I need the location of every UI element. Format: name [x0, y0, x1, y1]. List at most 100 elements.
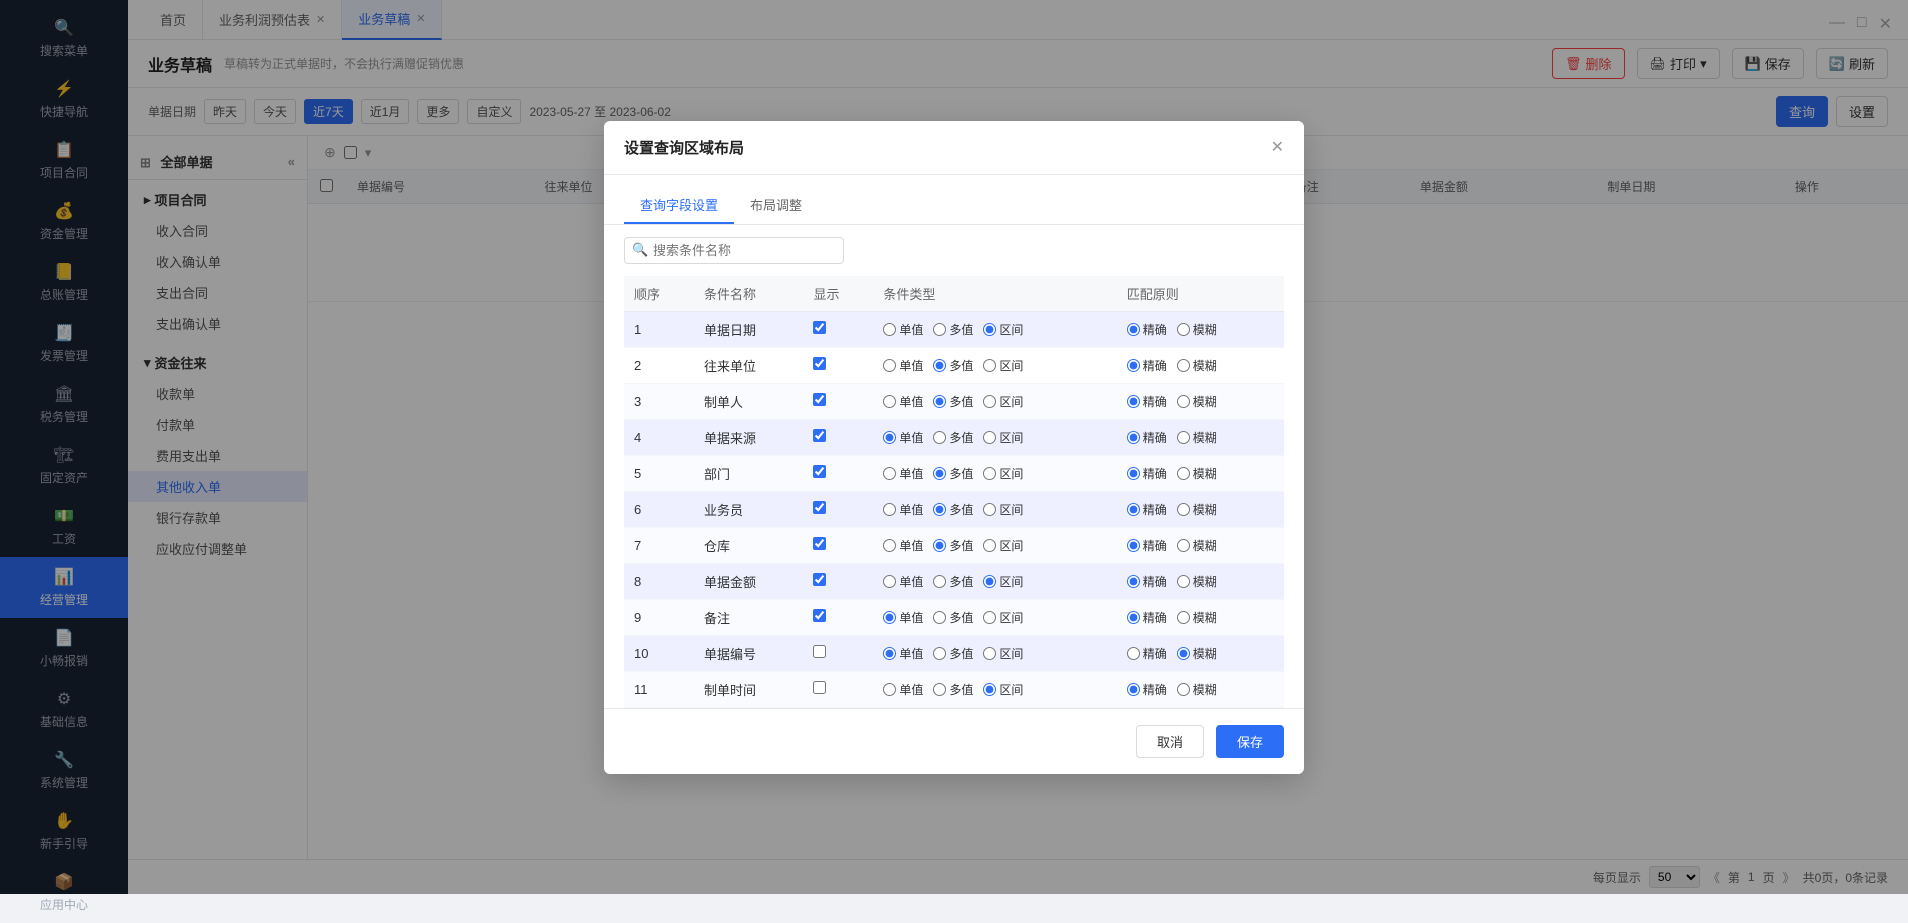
cond-type-option[interactable]: 单值	[883, 537, 923, 554]
match-rule-option[interactable]: 精确	[1127, 537, 1167, 554]
match-rule-option[interactable]: 精确	[1127, 393, 1167, 410]
match-rule-option[interactable]: 模糊	[1177, 537, 1217, 554]
match-rule-option[interactable]: 精确	[1127, 357, 1167, 374]
cond-type-option[interactable]: 多值	[933, 465, 973, 482]
cond-type-option[interactable]: 区间	[983, 537, 1023, 554]
modal-cancel-btn[interactable]: 取消	[1136, 725, 1204, 758]
row-display-cell	[803, 635, 873, 671]
row-cond-type: 单值多值区间	[873, 527, 1116, 563]
cond-type-option[interactable]: 区间	[983, 321, 1023, 338]
cond-type-option[interactable]: 多值	[933, 501, 973, 518]
row-display-checkbox[interactable]	[813, 537, 826, 550]
row-order: 1	[624, 311, 694, 347]
row-display-cell	[803, 383, 873, 419]
match-rule-option[interactable]: 精确	[1127, 465, 1167, 482]
row-match-rule: 精确模糊	[1117, 347, 1284, 383]
cond-type-option[interactable]: 区间	[983, 645, 1023, 662]
tab-layout-adjust[interactable]: 布局调整	[734, 187, 818, 224]
cond-type-option[interactable]: 区间	[983, 357, 1023, 374]
match-rule-option[interactable]: 模糊	[1177, 465, 1217, 482]
cond-type-option[interactable]: 多值	[933, 573, 973, 590]
cond-type-option[interactable]: 区间	[983, 501, 1023, 518]
cond-type-option[interactable]: 单值	[883, 501, 923, 518]
col-match-rule: 匹配原则	[1117, 276, 1284, 312]
row-display-checkbox[interactable]	[813, 609, 826, 622]
row-display-checkbox[interactable]	[813, 501, 826, 514]
row-name: 仓库	[694, 527, 803, 563]
cond-type-option[interactable]: 区间	[983, 429, 1023, 446]
cond-type-option[interactable]: 多值	[933, 681, 973, 698]
row-display-checkbox[interactable]	[813, 465, 826, 478]
cond-type-option[interactable]: 多值	[933, 645, 973, 662]
cond-type-option[interactable]: 多值	[933, 609, 973, 626]
window-controls: — □ ✕	[1829, 14, 1892, 34]
row-display-cell	[803, 671, 873, 707]
modal-table-row: 2往来单位单值多值区间精确模糊	[624, 347, 1284, 383]
cond-type-option[interactable]: 单值	[883, 393, 923, 410]
cond-type-option[interactable]: 多值	[933, 357, 973, 374]
match-rule-option[interactable]: 精确	[1127, 573, 1167, 590]
cond-type-option[interactable]: 单值	[883, 681, 923, 698]
row-match-rule: 精确模糊	[1117, 455, 1284, 491]
match-rule-option[interactable]: 模糊	[1177, 321, 1217, 338]
cond-type-option[interactable]: 多值	[933, 429, 973, 446]
row-cond-type: 单值多值区间	[873, 347, 1116, 383]
cond-type-option[interactable]: 区间	[983, 609, 1023, 626]
match-rule-option[interactable]: 精确	[1127, 645, 1167, 662]
cond-type-option[interactable]: 单值	[883, 429, 923, 446]
row-display-cell	[803, 491, 873, 527]
modal-search: 🔍	[604, 225, 1304, 276]
row-display-checkbox[interactable]	[813, 681, 826, 694]
row-order: 3	[624, 383, 694, 419]
row-display-checkbox[interactable]	[813, 393, 826, 406]
cond-type-option[interactable]: 多值	[933, 393, 973, 410]
row-cond-type: 单值多值区间	[873, 491, 1116, 527]
match-rule-option[interactable]: 模糊	[1177, 357, 1217, 374]
modal-save-btn[interactable]: 保存	[1216, 725, 1284, 758]
row-display-cell	[803, 311, 873, 347]
match-rule-option[interactable]: 模糊	[1177, 681, 1217, 698]
row-display-checkbox[interactable]	[813, 429, 826, 442]
row-display-checkbox[interactable]	[813, 573, 826, 586]
row-cond-type: 单值多值区间	[873, 455, 1116, 491]
cond-type-option[interactable]: 区间	[983, 573, 1023, 590]
row-display-checkbox[interactable]	[813, 645, 826, 658]
cond-type-option[interactable]: 区间	[983, 681, 1023, 698]
modal-table-row: 6业务员单值多值区间精确模糊	[624, 491, 1284, 527]
row-match-rule: 精确模糊	[1117, 419, 1284, 455]
match-rule-option[interactable]: 模糊	[1177, 573, 1217, 590]
match-rule-option[interactable]: 精确	[1127, 321, 1167, 338]
match-rule-option[interactable]: 模糊	[1177, 645, 1217, 662]
match-rule-option[interactable]: 精确	[1127, 501, 1167, 518]
match-rule-option[interactable]: 模糊	[1177, 609, 1217, 626]
cond-type-option[interactable]: 多值	[933, 321, 973, 338]
row-display-checkbox[interactable]	[813, 321, 826, 334]
cond-type-option[interactable]: 区间	[983, 465, 1023, 482]
row-display-checkbox[interactable]	[813, 357, 826, 370]
close-btn[interactable]: ✕	[1879, 14, 1892, 34]
cond-type-option[interactable]: 单值	[883, 609, 923, 626]
row-match-rule: 精确模糊	[1117, 383, 1284, 419]
maximize-btn[interactable]: □	[1857, 14, 1867, 34]
cond-type-option[interactable]: 单值	[883, 645, 923, 662]
modal-search-input[interactable]	[624, 237, 844, 264]
cond-type-option[interactable]: 多值	[933, 537, 973, 554]
match-rule-option[interactable]: 精确	[1127, 681, 1167, 698]
match-rule-option[interactable]: 精确	[1127, 609, 1167, 626]
tab-query-fields[interactable]: 查询字段设置	[624, 187, 734, 224]
cond-type-option[interactable]: 单值	[883, 357, 923, 374]
match-rule-option[interactable]: 精确	[1127, 429, 1167, 446]
modal-table-row: 7仓库单值多值区间精确模糊	[624, 527, 1284, 563]
cond-type-option[interactable]: 单值	[883, 465, 923, 482]
cond-type-option[interactable]: 单值	[883, 321, 923, 338]
cond-type-option[interactable]: 区间	[983, 393, 1023, 410]
match-rule-option[interactable]: 模糊	[1177, 393, 1217, 410]
match-rule-option[interactable]: 模糊	[1177, 501, 1217, 518]
modal-close-btn[interactable]: ✕	[1271, 137, 1284, 157]
row-match-rule: 精确模糊	[1117, 491, 1284, 527]
match-rule-option[interactable]: 模糊	[1177, 429, 1217, 446]
minimize-btn[interactable]: —	[1829, 14, 1845, 34]
cond-type-option[interactable]: 单值	[883, 573, 923, 590]
modal: 设置查询区域布局 ✕ 查询字段设置 布局调整 🔍	[604, 121, 1304, 774]
row-name: 业务员	[694, 491, 803, 527]
